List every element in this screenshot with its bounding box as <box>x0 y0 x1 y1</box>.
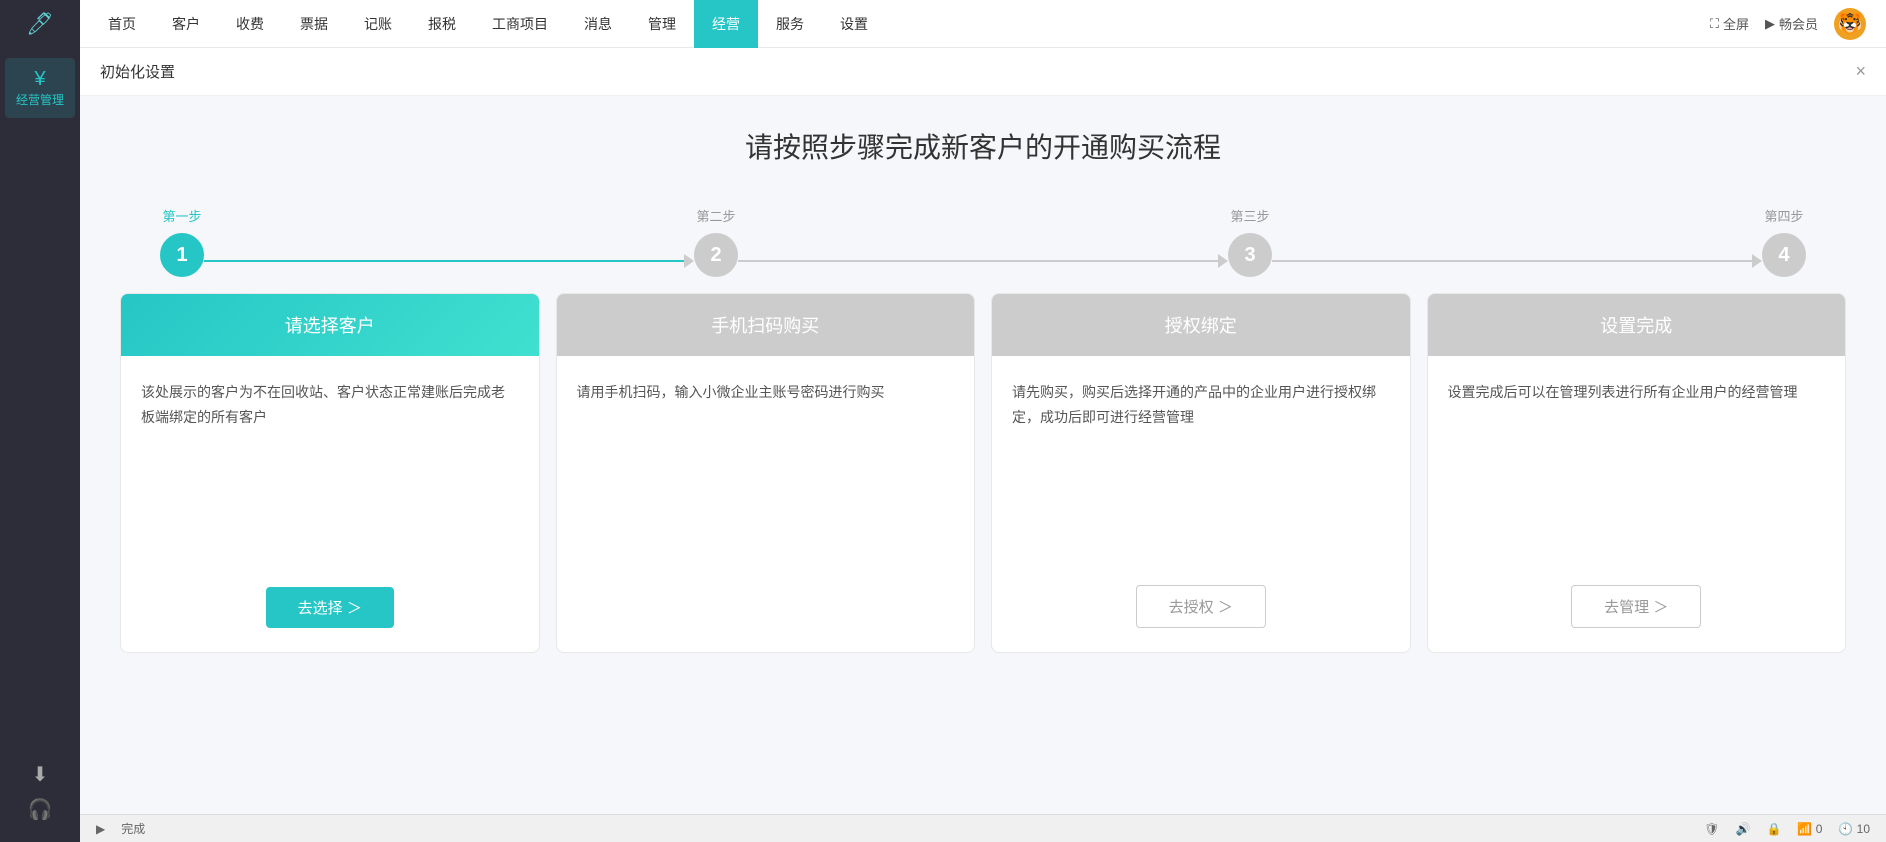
close-button[interactable]: × <box>1855 61 1866 82</box>
card-auth-bind: 授权绑定 请先购买，购买后选择开通的产品中的企业用户进行授权绑定，成功后即可进行… <box>991 293 1411 653</box>
steps-row: 第一步 1 第二步 2 <box>120 206 1846 277</box>
step-1: 第一步 1 <box>160 206 204 277</box>
nav-item-service[interactable]: 服务 <box>758 0 822 48</box>
content-body: 请按照步骤完成新客户的开通购买流程 第一步 1 第二步 <box>80 96 1886 814</box>
content-header: 初始化设置 × <box>80 48 1886 96</box>
yen-icon: ¥ <box>10 68 70 91</box>
status-text: 完成 <box>121 820 145 837</box>
fullscreen-icon: ⛶ <box>1710 16 1719 32</box>
nav-right: ⛶ 全屏 ▶ 畅会员 🐯 <box>1690 8 1886 40</box>
nav-item-settings[interactable]: 设置 <box>822 0 886 48</box>
card-2-footer <box>557 612 975 652</box>
step-4: 第四步 4 <box>1762 206 1806 277</box>
card-2-body: 请用手机扫码，输入小微企业主账号密码进行购买 <box>557 356 975 612</box>
sidebar-item-operation[interactable]: ¥ 经营管理 <box>5 58 75 118</box>
nav-item-tax[interactable]: 报税 <box>410 0 474 48</box>
main-layout: ¥ 经营管理 ⬇ 🎧 初始化设置 × 请按照步骤完成新客户的开通购买流程 第一步 <box>0 48 1886 842</box>
lock-icon: 🔒 <box>1766 822 1781 836</box>
nav-item-home[interactable]: 首页 <box>90 0 154 48</box>
step-3-circle: 3 <box>1228 233 1272 277</box>
card-3-footer: 去授权 ＞ <box>992 569 1410 652</box>
main-title: 请按照步骤完成新客户的开通购买流程 <box>120 126 1846 166</box>
top-nav: 🖊 首页 客户 收费 票据 记账 报税 工商项目 消息 管理 经营 服务 设置 … <box>0 0 1886 48</box>
headset-icon[interactable]: 🎧 <box>28 797 53 822</box>
card-3-header: 授权绑定 <box>992 294 1410 356</box>
avatar[interactable]: 🐯 <box>1834 8 1866 40</box>
content-area: 初始化设置 × 请按照步骤完成新客户的开通购买流程 第一步 1 <box>80 48 1886 842</box>
nav-item-account[interactable]: 记账 <box>346 0 410 48</box>
nav-items: 首页 客户 收费 票据 记账 报税 工商项目 消息 管理 经营 服务 设置 <box>80 0 1690 48</box>
card-4-footer: 去管理 ＞ <box>1428 569 1846 652</box>
fullscreen-button[interactable]: ⛶ 全屏 <box>1710 14 1749 33</box>
card-4-body: 设置完成后可以在管理列表进行所有企业用户的经营管理 <box>1428 356 1846 569</box>
cards-row: 请选择客户 该处展示的客户为不在回收站、客户状态正常建账后完成老板端绑定的所有客… <box>120 293 1846 653</box>
card-3-body: 请先购买，购买后选择开通的产品中的企业用户进行授权绑定，成功后即可进行经营管理 <box>992 356 1410 569</box>
logo-area: 🖊 <box>0 0 80 48</box>
connector-3-4 <box>1272 254 1762 268</box>
logo-icon: 🖊 <box>26 11 54 37</box>
card-4-header: 设置完成 <box>1428 294 1846 356</box>
card-1-header: 请选择客户 <box>121 294 539 356</box>
step-2-circle: 2 <box>694 233 738 277</box>
card-scan-buy: 手机扫码购买 请用手机扫码，输入小微企业主账号密码进行购买 <box>556 293 976 653</box>
card-1-body: 该处展示的客户为不在回收站、客户状态正常建账后完成老板端绑定的所有客户 <box>121 356 539 571</box>
card-1-footer: 去选择 ＞ <box>121 571 539 652</box>
wifi-icon: 📶 0 <box>1797 822 1822 836</box>
play-icon: ▶ <box>1765 16 1775 32</box>
download-icon[interactable]: ⬇ <box>32 762 49 787</box>
step-2-label: 第二步 <box>696 206 735 225</box>
status-bar: ▶ 完成 🛡 🔊 🔒 📶 0 🕙 10 <box>80 814 1886 842</box>
page-title: 初始化设置 <box>100 61 175 82</box>
volume-icon: 🔊 <box>1736 822 1751 836</box>
nav-item-message[interactable]: 消息 <box>566 0 630 48</box>
card-2-header: 手机扫码购买 <box>557 294 975 356</box>
step-2: 第二步 2 <box>694 206 738 277</box>
go-select-button[interactable]: 去选择 ＞ <box>266 587 394 628</box>
connector-2-3 <box>738 254 1228 268</box>
step-4-label: 第四步 <box>1764 206 1803 225</box>
step-3-label: 第三步 <box>1230 206 1269 225</box>
step-4-circle: 4 <box>1762 233 1806 277</box>
shield-icon: 🛡 <box>1704 822 1719 836</box>
nav-item-operation[interactable]: 经营 <box>694 0 758 48</box>
nav-item-customer[interactable]: 客户 <box>154 0 218 48</box>
nav-item-bill[interactable]: 票据 <box>282 0 346 48</box>
nav-item-manage[interactable]: 管理 <box>630 0 694 48</box>
step-1-circle: 1 <box>160 233 204 277</box>
clock-icon: 🕙 10 <box>1838 822 1870 836</box>
step-1-label: 第一步 <box>162 206 201 225</box>
member-button[interactable]: ▶ 畅会员 <box>1765 14 1818 33</box>
card-setup-complete: 设置完成 设置完成后可以在管理列表进行所有企业用户的经营管理 去管理 ＞ <box>1427 293 1847 653</box>
nav-item-business[interactable]: 工商项目 <box>474 0 566 48</box>
go-manage-button[interactable]: 去管理 ＞ <box>1571 585 1701 628</box>
sidebar-bottom: ⬇ 🎧 <box>28 762 53 842</box>
nav-item-fee[interactable]: 收费 <box>218 0 282 48</box>
status-bar-right: 🛡 🔊 🔒 📶 0 🕙 10 <box>1704 822 1870 836</box>
go-auth-button[interactable]: 去授权 ＞ <box>1136 585 1266 628</box>
card-select-customer: 请选择客户 该处展示的客户为不在回收站、客户状态正常建账后完成老板端绑定的所有客… <box>120 293 540 653</box>
connector-1-2 <box>204 254 694 268</box>
step-3: 第三步 3 <box>1228 206 1272 277</box>
sidebar-item-label: 经营管理 <box>10 91 70 108</box>
sidebar: ¥ 经营管理 ⬇ 🎧 <box>0 48 80 842</box>
play-icon: ▶ <box>96 822 105 836</box>
